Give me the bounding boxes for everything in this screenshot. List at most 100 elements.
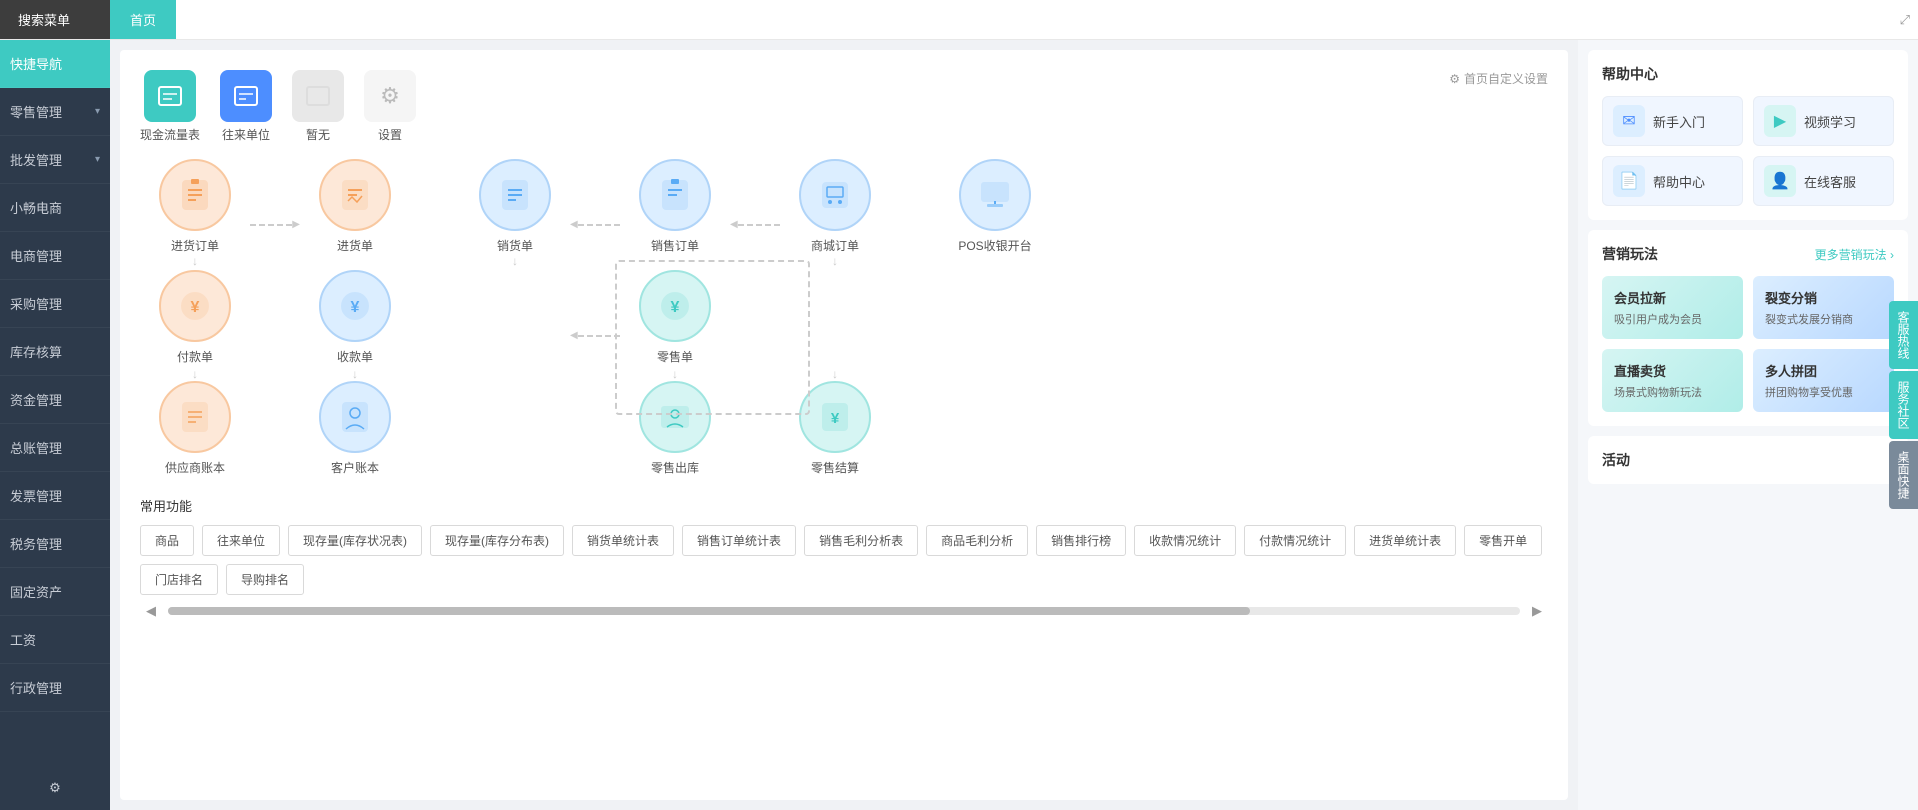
right-panel: 帮助中心 ✉ 新手入门 ▶ 视频学习 📄 帮助中心: [1578, 40, 1918, 810]
sidebar-item-ledger[interactable]: 总账管理: [0, 424, 110, 472]
node-pos[interactable]: POS收银开台: [940, 159, 1050, 254]
shortcut-contacts[interactable]: 往来单位: [220, 70, 272, 143]
func-button[interactable]: 零售开单: [1464, 525, 1542, 556]
shortcut-contacts-label: 往来单位: [222, 126, 270, 143]
func-button[interactable]: 进货单统计表: [1354, 525, 1456, 556]
func-button[interactable]: 往来单位: [202, 525, 280, 556]
sidebar-item-xiaochang[interactable]: 小畅电商: [0, 184, 110, 232]
settings-gear-icon[interactable]: ⚙: [0, 766, 110, 810]
sidebar-item-purchase[interactable]: 采购管理: [0, 280, 110, 328]
node-sales-order[interactable]: 销售订单: [620, 159, 730, 254]
svg-text:¥: ¥: [191, 299, 200, 316]
gear-small-icon: ⚙: [1449, 72, 1460, 86]
marketing-item-live[interactable]: 直播卖货 场景式购物新玩法: [1602, 349, 1743, 412]
scroll-thumb: [168, 607, 1250, 615]
help-item-video[interactable]: ▶ 视频学习: [1753, 96, 1894, 146]
node-purchase-order[interactable]: 进货订单: [140, 159, 250, 254]
sidebar-item-wholesale[interactable]: 批发管理 ▾: [0, 136, 110, 184]
node-supplier-account[interactable]: 供应商账本: [140, 381, 250, 476]
sidebar-item-assets[interactable]: 固定资产: [0, 568, 110, 616]
flow-diagram: 进货订单 ▶ 进货单: [140, 159, 1548, 476]
help-item-service[interactable]: 👤 在线客服: [1753, 156, 1894, 206]
help-item-beginner[interactable]: ✉ 新手入门: [1602, 96, 1743, 146]
marketing-item-member[interactable]: 会员拉新 吸引用户成为会员: [1602, 276, 1743, 339]
scrollbar: ◀ ▶: [140, 595, 1548, 627]
expand-icon[interactable]: ⤢: [1900, 12, 1918, 28]
sidebar-item-retail[interactable]: 零售管理 ▾: [0, 88, 110, 136]
node-purchase-bill[interactable]: 进货单: [300, 159, 410, 254]
sidebar-item-salary[interactable]: 工资: [0, 616, 110, 664]
sidebar-item-ecom[interactable]: 电商管理: [0, 232, 110, 280]
help-center: 帮助中心 ✉ 新手入门 ▶ 视频学习 📄 帮助中心: [1588, 50, 1908, 220]
scroll-left-arrow[interactable]: ◀: [140, 601, 162, 621]
help-icon: 📄: [1613, 165, 1645, 197]
sidebar-item-inventory[interactable]: 库存核算: [0, 328, 110, 376]
more-marketing-link[interactable]: 更多营销玩法 ›: [1815, 246, 1894, 263]
activity-title: 活动: [1602, 450, 1894, 470]
func-button[interactable]: 现存量(库存分布表): [430, 525, 564, 556]
sidebar: 快捷导航 零售管理 ▾ 批发管理 ▾ 小畅电商 电商管理 采购管理 库存核算 资…: [0, 40, 110, 810]
marketing-item-group[interactable]: 多人拼团 拼团购物享受优惠: [1753, 349, 1894, 412]
func-button[interactable]: 付款情况统计: [1244, 525, 1346, 556]
func-button[interactable]: 现存量(库存状况表): [288, 525, 422, 556]
node-retail[interactable]: ¥ 零售单: [620, 270, 730, 365]
beginner-icon: ✉: [1613, 105, 1645, 137]
node-customer-account[interactable]: 客户账本: [300, 381, 410, 476]
contacts-icon: [220, 70, 272, 122]
node-sales-bill[interactable]: 销货单: [460, 159, 570, 254]
help-item-help[interactable]: 📄 帮助中心: [1602, 156, 1743, 206]
service-icon: 👤: [1764, 165, 1796, 197]
func-button[interactable]: 销货单统计表: [572, 525, 674, 556]
settings-icon: ⚙: [364, 70, 416, 122]
svg-text:¥: ¥: [671, 299, 680, 316]
marketing-section: 营销玩法 更多营销玩法 › 会员拉新 吸引用户成为会员 裂变分销 裂变式发展分销…: [1588, 230, 1908, 426]
func-button[interactable]: 销售毛利分析表: [804, 525, 918, 556]
func-button[interactable]: 销售排行榜: [1036, 525, 1126, 556]
sidebar-item-invoice[interactable]: 发票管理: [0, 472, 110, 520]
shortcut-cashflow-label: 现金流量表: [140, 126, 200, 143]
video-icon: ▶: [1764, 105, 1796, 137]
shortcut-settings[interactable]: ⚙ 设置: [364, 70, 416, 143]
func-button[interactable]: 导购排名: [226, 564, 304, 595]
tab-home[interactable]: 首页: [110, 0, 176, 39]
chevron-down-icon: ▾: [95, 106, 100, 117]
float-btn-community[interactable]: 服务社区: [1889, 371, 1918, 439]
node-receipt[interactable]: ¥ 收款单: [300, 270, 410, 365]
marketing-item-fission[interactable]: 裂变分销 裂变式发展分销商: [1753, 276, 1894, 339]
float-btn-desktop[interactable]: 桌面快捷: [1889, 441, 1918, 509]
float-btn-service[interactable]: 客服热线: [1889, 301, 1918, 369]
shortcut-cashflow[interactable]: 现金流量表: [140, 70, 200, 143]
node-retail-outbound[interactable]: 零售出库: [620, 381, 730, 476]
node-mall-order[interactable]: 商城订单: [780, 159, 890, 254]
help-grid: ✉ 新手入门 ▶ 视频学习 📄 帮助中心 👤: [1602, 96, 1894, 206]
customize-link[interactable]: ⚙ 首页自定义设置: [1449, 70, 1548, 87]
sidebar-item-tax[interactable]: 税务管理: [0, 520, 110, 568]
search-menu[interactable]: 搜索菜单: [0, 0, 110, 39]
func-button[interactable]: 商品: [140, 525, 194, 556]
scroll-right-arrow[interactable]: ▶: [1526, 601, 1548, 621]
svg-text:¥: ¥: [831, 410, 840, 427]
func-button[interactable]: 销售订单统计表: [682, 525, 796, 556]
sidebar-item-quick-nav[interactable]: 快捷导航: [0, 40, 110, 88]
func-button[interactable]: 门店排名: [140, 564, 218, 595]
shortcut-none-label: 暂无: [306, 126, 330, 143]
node-retail-settlement[interactable]: ¥ 零售结算: [780, 381, 890, 476]
func-grid: 商品往来单位现存量(库存状况表)现存量(库存分布表)销货单统计表销售订单统计表销…: [140, 525, 1548, 595]
func-button[interactable]: 商品毛利分析: [926, 525, 1028, 556]
shortcut-none[interactable]: 暂无: [292, 70, 344, 143]
marketing-title: 营销玩法: [1602, 244, 1658, 264]
node-payment[interactable]: ¥ 付款单: [140, 270, 250, 365]
func-button[interactable]: 收款情况统计: [1134, 525, 1236, 556]
float-buttons: 客服热线 服务社区 桌面快捷: [1889, 301, 1918, 509]
shortcut-settings-label: 设置: [378, 126, 402, 143]
marketing-grid: 会员拉新 吸引用户成为会员 裂变分销 裂变式发展分销商 直播卖货 场景式购物新玩…: [1602, 276, 1894, 412]
sidebar-item-admin[interactable]: 行政管理: [0, 664, 110, 712]
svg-text:¥: ¥: [351, 299, 360, 316]
none-icon: [292, 70, 344, 122]
activity-section: 活动: [1588, 436, 1908, 484]
scroll-track[interactable]: [168, 607, 1520, 615]
common-funcs-title: 常用功能: [140, 496, 1548, 515]
chevron-down-icon: ▾: [95, 154, 100, 165]
flow-panel: 现金流量表 往来单位: [120, 50, 1568, 800]
sidebar-item-finance[interactable]: 资金管理: [0, 376, 110, 424]
